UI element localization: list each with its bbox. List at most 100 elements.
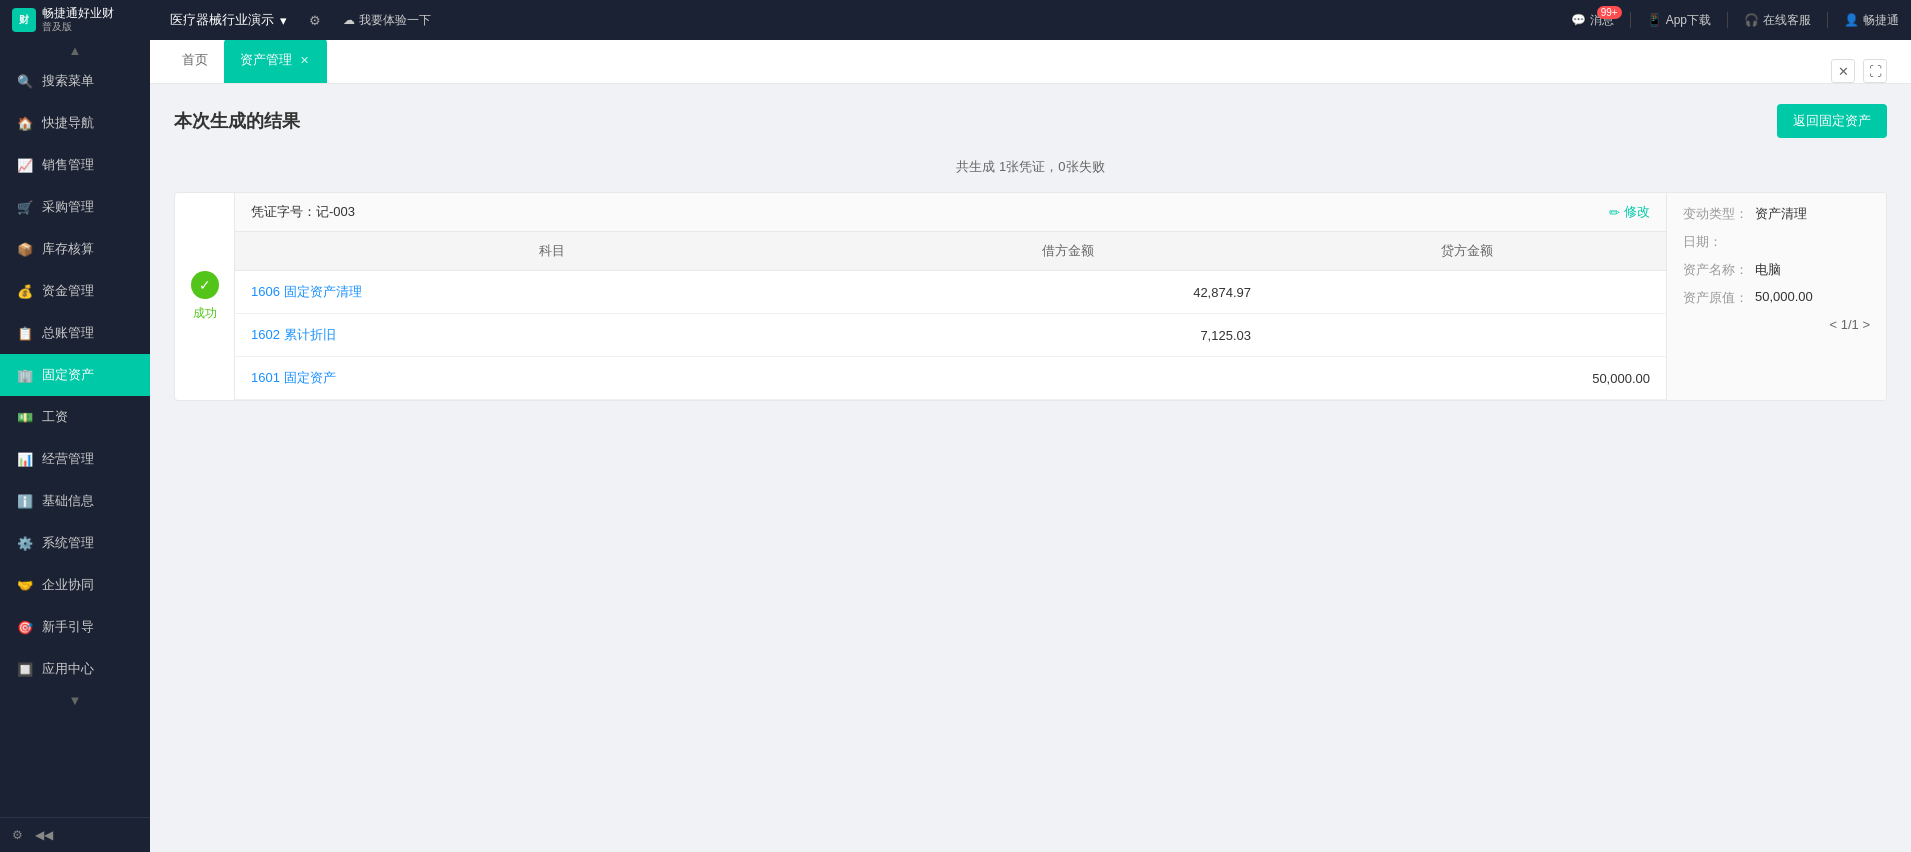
- voucher-table: 科目 借方金额 贷方金额 1606 固定资产清理 42,874.97: [235, 232, 1666, 400]
- credit-value: [1267, 314, 1666, 357]
- sidebar-item-collab[interactable]: 🤝 企业协同: [0, 564, 150, 606]
- header-right: 💬 消息 99+ 📱 App下载 🎧 在线客服 👤 畅捷通: [1571, 12, 1899, 29]
- sidebar-item-operations[interactable]: 📊 经营管理: [0, 438, 150, 480]
- debit-value: [868, 357, 1267, 400]
- logo-icon: 财: [12, 8, 36, 32]
- sidebar-item-basic-info[interactable]: ℹ️ 基础信息: [0, 480, 150, 522]
- asset-name-label: 资产名称：: [1683, 261, 1755, 279]
- success-icon: ✓: [191, 271, 219, 299]
- panel-expand-button[interactable]: ⛶: [1863, 59, 1887, 83]
- voucher-no: 凭证字号：记-003: [251, 203, 355, 221]
- sidebar-collapse-button[interactable]: ◀◀: [35, 828, 53, 842]
- sidebar-item-sales[interactable]: 📈 销售管理: [0, 144, 150, 186]
- panel-close-button[interactable]: ✕: [1831, 59, 1855, 83]
- tab-home[interactable]: 首页: [166, 40, 224, 83]
- inventory-icon: 📦: [16, 240, 34, 258]
- page-content: 本次生成的结果 返回固定资产 共生成 1张凭证，0张失败 ✓ 成功 凭证字号：记…: [150, 84, 1911, 852]
- success-text: 成功: [193, 305, 217, 322]
- company-selector[interactable]: 医疗器械行业演示 ▾: [162, 7, 295, 33]
- search-icon: 🔍: [16, 72, 34, 90]
- side-pagination[interactable]: < 1/1 >: [1683, 317, 1870, 332]
- sidebar-item-salary[interactable]: 💵 工资: [0, 396, 150, 438]
- asset-name-row: 资产名称： 电脑: [1683, 261, 1870, 279]
- try-button[interactable]: ☁ 我要体验一下: [335, 8, 439, 33]
- salary-icon: 💵: [16, 408, 34, 426]
- credit-value: 50,000.00: [1267, 357, 1666, 400]
- sidebar-item-inventory[interactable]: 📦 库存核算: [0, 228, 150, 270]
- logo-text: 畅捷通好业财: [42, 6, 114, 20]
- table-row: 1606 固定资产清理 42,874.97: [235, 271, 1666, 314]
- change-type-row: 变动类型： 资产清理: [1683, 205, 1870, 223]
- sidebar-item-system[interactable]: ⚙️ 系统管理: [0, 522, 150, 564]
- sidebar-item-purchase[interactable]: 🛒 采购管理: [0, 186, 150, 228]
- voucher-side-panel: 变动类型： 资产清理 日期： 资产名称： 电脑 资产原值： 50,000.00: [1666, 193, 1886, 400]
- cloud-icon: ☁: [343, 13, 355, 27]
- sidebar-item-quicknav[interactable]: 🏠 快捷导航: [0, 102, 150, 144]
- subject-link[interactable]: 1602 累计折旧: [235, 314, 868, 357]
- change-type-value: 资产清理: [1755, 205, 1807, 223]
- date-row: 日期：: [1683, 233, 1870, 251]
- page-title: 本次生成的结果: [174, 109, 300, 133]
- download-icon: 📱: [1647, 13, 1662, 27]
- sidebar-item-app-center[interactable]: 🔲 应用中心: [0, 648, 150, 690]
- divider: [1630, 12, 1631, 28]
- voucher-card: ✓ 成功 凭证字号：记-003 ✏ 修改: [174, 192, 1887, 401]
- subject-link[interactable]: 1606 固定资产清理: [235, 271, 868, 314]
- sidebar-item-search[interactable]: 🔍 搜索菜单: [0, 60, 150, 102]
- online-service-button[interactable]: 🎧 在线客服: [1744, 12, 1811, 29]
- sidebar-settings-button[interactable]: ⚙: [12, 828, 23, 842]
- asset-name-value: 电脑: [1755, 261, 1781, 279]
- original-value-label: 资产原值：: [1683, 289, 1755, 307]
- sidebar-item-guide[interactable]: 🎯 新手引导: [0, 606, 150, 648]
- guide-icon: 🎯: [16, 618, 34, 636]
- top-header: 财 畅捷通好业财 普及版 医疗器械行业演示 ▾ ⚙ ☁ 我要体验一下 💬 消息 …: [0, 0, 1911, 40]
- subject-link[interactable]: 1601 固定资产: [235, 357, 868, 400]
- tab-bar: 首页 资产管理 ✕ ✕ ⛶: [150, 40, 1911, 84]
- main-layout: ▲ 🔍 搜索菜单 🏠 快捷导航 📈 销售管理 🛒 采购管理 📦 库存核算 💰 资…: [0, 40, 1911, 852]
- funds-icon: 💰: [16, 282, 34, 300]
- logo-area: 财 畅捷通好业财 普及版: [12, 6, 162, 34]
- sidebar-item-funds[interactable]: 💰 资金管理: [0, 270, 150, 312]
- table-row: 1602 累计折旧 7,125.03: [235, 314, 1666, 357]
- user-menu[interactable]: 👤 畅捷通: [1844, 12, 1899, 29]
- header-middle: 医疗器械行业演示 ▾ ⚙ ☁ 我要体验一下: [162, 7, 1571, 33]
- divider: [1827, 12, 1828, 28]
- settings-icon[interactable]: ⚙: [305, 9, 325, 32]
- ledger-icon: 📋: [16, 324, 34, 342]
- operations-icon: 📊: [16, 450, 34, 468]
- sidebar-item-ledger[interactable]: 📋 总账管理: [0, 312, 150, 354]
- collab-icon: 🤝: [16, 576, 34, 594]
- sidebar-footer: ⚙ ◀◀: [0, 817, 150, 852]
- headset-icon: 🎧: [1744, 13, 1759, 27]
- original-value-row: 资产原值： 50,000.00: [1683, 289, 1870, 307]
- home-icon: 🏠: [16, 114, 34, 132]
- table-row: 1601 固定资产 50,000.00: [235, 357, 1666, 400]
- edit-icon: ✏: [1609, 205, 1620, 220]
- col-subject: 科目: [235, 232, 868, 271]
- edit-voucher-button[interactable]: ✏ 修改: [1609, 203, 1650, 221]
- voucher-main: 凭证字号：记-003 ✏ 修改 科目 借方金额 贷方金额: [235, 193, 1666, 400]
- app-download-button[interactable]: 📱 App下载: [1647, 12, 1711, 29]
- tab-close-button[interactable]: ✕: [298, 54, 311, 67]
- purchase-icon: 🛒: [16, 198, 34, 216]
- content-area: 首页 资产管理 ✕ ✕ ⛶ 本次生成的结果 返回固定资产 共生成 1张凭证，0张…: [150, 40, 1911, 852]
- col-credit: 贷方金额: [1267, 232, 1666, 271]
- tab-asset-mgmt[interactable]: 资产管理 ✕: [224, 40, 327, 83]
- voucher-status-col: ✓ 成功: [175, 193, 235, 400]
- debit-value: 42,874.97: [868, 271, 1267, 314]
- return-button[interactable]: 返回固定资产: [1777, 104, 1887, 138]
- messages-badge: 99+: [1597, 6, 1622, 19]
- message-icon: 💬: [1571, 13, 1586, 27]
- sales-icon: 📈: [16, 156, 34, 174]
- sidebar-scroll-down[interactable]: ▼: [0, 690, 150, 710]
- chevron-down-icon: ▾: [280, 13, 287, 28]
- original-value-value: 50,000.00: [1755, 289, 1813, 307]
- change-type-label: 变动类型：: [1683, 205, 1755, 223]
- messages-button[interactable]: 💬 消息 99+: [1571, 12, 1614, 29]
- sidebar-item-fixed-assets[interactable]: 🏢 固定资产: [0, 354, 150, 396]
- app-center-icon: 🔲: [16, 660, 34, 678]
- sidebar-scroll-up[interactable]: ▲: [0, 40, 150, 60]
- col-debit: 借方金额: [868, 232, 1267, 271]
- debit-value: 7,125.03: [868, 314, 1267, 357]
- date-label: 日期：: [1683, 233, 1755, 251]
